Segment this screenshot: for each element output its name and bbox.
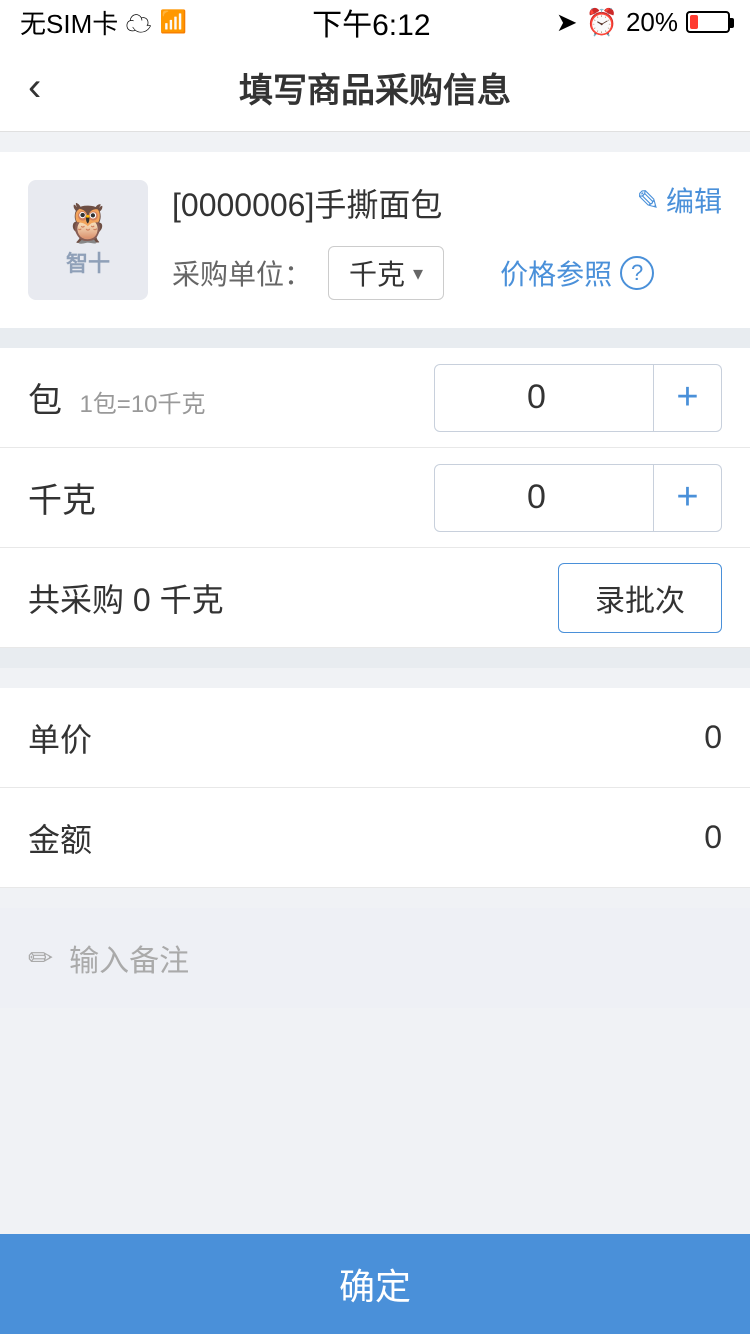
amount-row: 金额 0 — [0, 788, 750, 888]
amount-value: 0 — [704, 819, 722, 856]
product-image: 🦉 智十 — [28, 180, 148, 300]
unit-label: 采购单位： — [172, 253, 312, 293]
edit-icon: ✎ — [637, 184, 660, 217]
edit-button[interactable]: ✎ 编辑 — [637, 180, 722, 220]
unit-select[interactable]: 千克 ▾ — [328, 246, 444, 300]
brand-label: 智十 — [66, 246, 110, 278]
status-right: ➤ ⏰ 20% — [556, 7, 730, 38]
kg-plus-button[interactable]: + — [654, 464, 722, 532]
unit-price-row: 单价 0 — [0, 688, 750, 788]
owl-icon: 🦉 — [64, 202, 111, 246]
nav-bar: ‹ 填写商品采购信息 — [0, 44, 750, 132]
status-time: 下午6:12 — [312, 0, 430, 44]
kg-quantity-input[interactable] — [434, 464, 654, 532]
status-left: 无SIM卡 ☁ 📶 — [20, 4, 187, 41]
price-ref-link[interactable]: 价格参照 ? — [500, 253, 654, 293]
pencil-icon: ✏ — [28, 941, 53, 976]
kg-label: 千克 — [28, 473, 434, 522]
battery-icon — [686, 11, 730, 33]
edit-label: 编辑 — [666, 180, 722, 220]
bag-input-row: 包 1包=10千克 + — [0, 348, 750, 448]
status-bar: 无SIM卡 ☁ 📶 下午6:12 ➤ ⏰ 20% — [0, 0, 750, 44]
page-title: 填写商品采购信息 — [239, 63, 511, 112]
battery-percent: 20% — [626, 7, 678, 38]
help-icon: ? — [620, 256, 654, 290]
record-batch-button[interactable]: 录批次 — [558, 563, 722, 633]
total-value: 0 — [133, 582, 160, 618]
section-divider-2 — [0, 648, 750, 668]
main-content: 🦉 智十 [0000006]手撕面包 采购单位： 千克 ▾ 价格参照 ? ✎ 编… — [0, 132, 750, 1128]
product-unit-row: 采购单位： 千克 ▾ 价格参照 ? — [172, 246, 722, 300]
chevron-down-icon: ▾ — [413, 261, 423, 286]
wifi-icon: 📶 — [159, 9, 186, 35]
note-placeholder: 输入备注 — [69, 936, 189, 980]
confirm-button[interactable]: 确定 — [0, 1234, 750, 1334]
bag-label: 包 1包=10千克 — [28, 373, 434, 422]
back-button[interactable]: ‹ — [28, 65, 41, 110]
bag-sub-label: 1包=10千克 — [79, 391, 205, 418]
note-section[interactable]: ✏ 输入备注 — [0, 908, 750, 1008]
alarm-icon: ⏰ — [586, 7, 618, 38]
section-divider-1 — [0, 328, 750, 348]
sim-status: 无SIM卡 ☁ — [20, 4, 151, 41]
total-row: 共采购 0 千克 录批次 — [0, 548, 750, 648]
amount-label: 金额 — [28, 815, 92, 861]
quantity-section: 包 1包=10千克 + 千克 + 共采购 0 千克 录批次 — [0, 348, 750, 648]
confirm-label: 确定 — [339, 1258, 411, 1310]
kg-input-row: 千克 + — [0, 448, 750, 548]
price-ref-label: 价格参照 — [500, 253, 612, 293]
location-icon: ➤ — [556, 7, 578, 38]
bag-quantity-input[interactable] — [434, 364, 654, 432]
bag-plus-button[interactable]: + — [654, 364, 722, 432]
product-card: 🦉 智十 [0000006]手撕面包 采购单位： 千克 ▾ 价格参照 ? ✎ 编… — [0, 152, 750, 328]
unit-price-value: 0 — [704, 719, 722, 756]
kg-input-wrap: + — [434, 464, 722, 532]
bag-input-wrap: + — [434, 364, 722, 432]
unit-value: 千克 — [349, 253, 405, 293]
total-label: 共采购 0 千克 — [28, 575, 224, 621]
price-section: 单价 0 金额 0 — [0, 688, 750, 888]
unit-price-label: 单价 — [28, 715, 92, 761]
